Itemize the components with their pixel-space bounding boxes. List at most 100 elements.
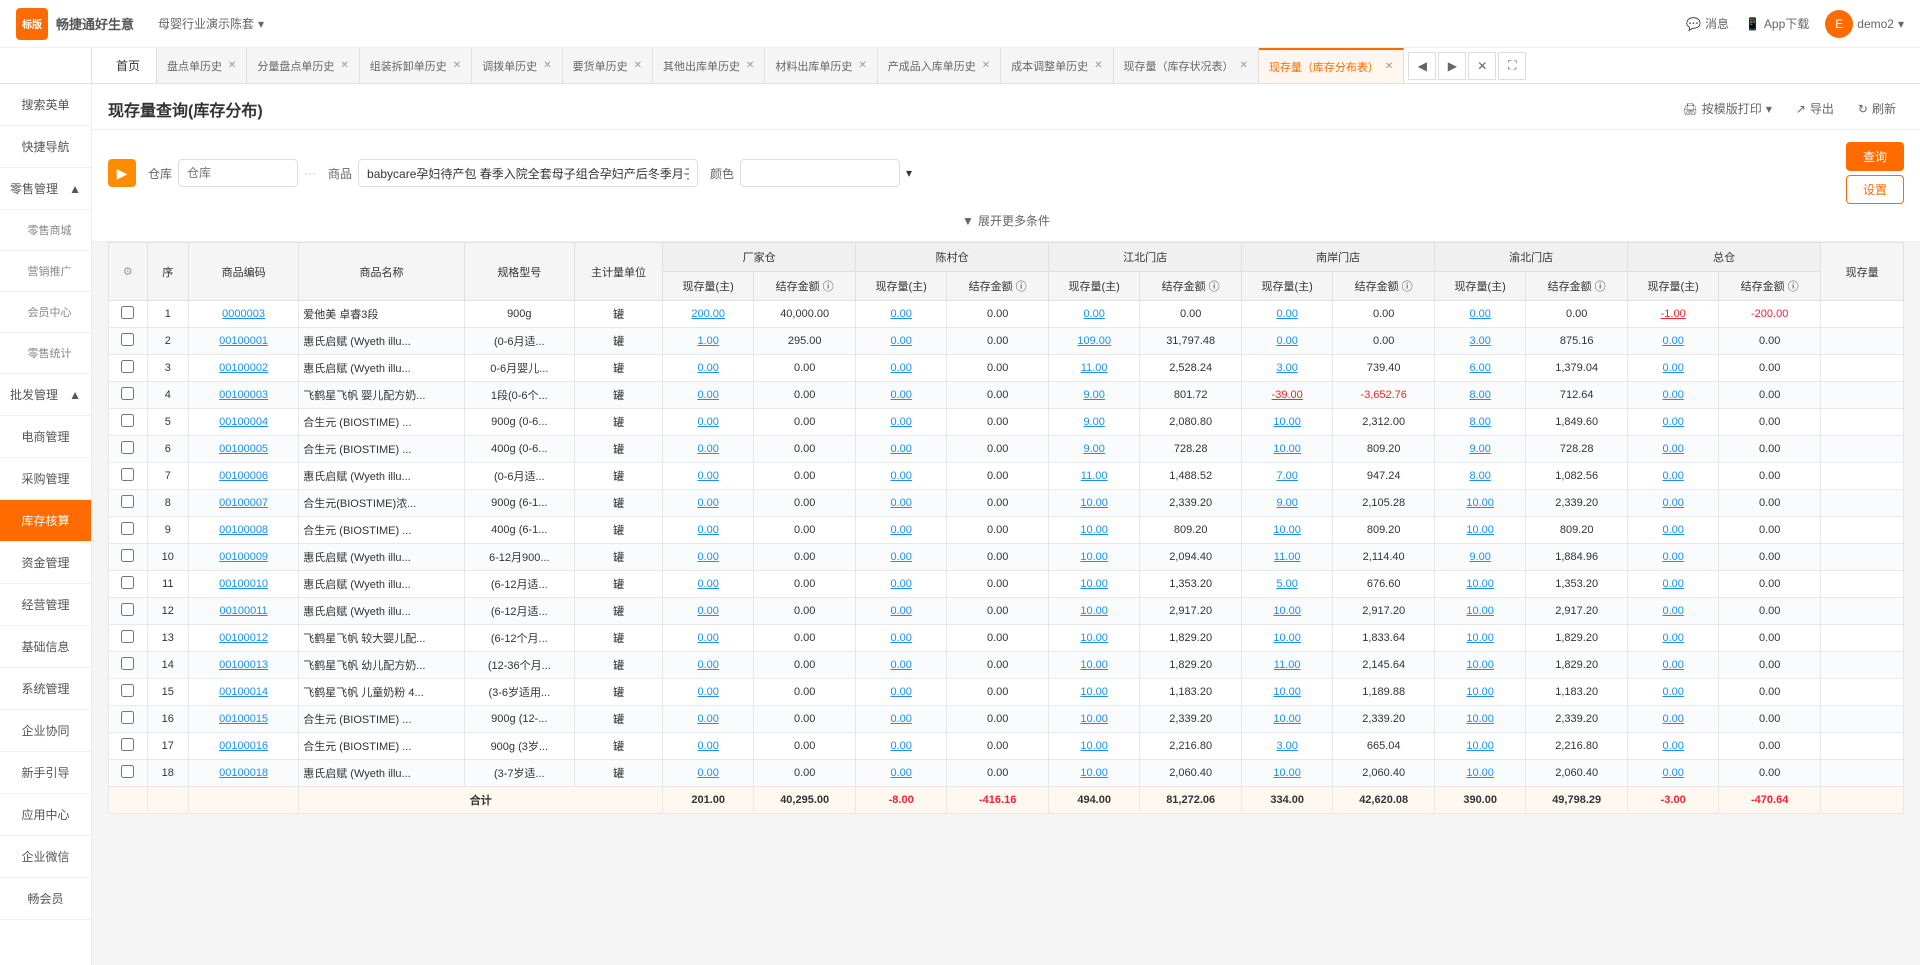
row-checkbox[interactable] xyxy=(121,468,134,481)
tab-close-assembly[interactable]: ✕ xyxy=(453,60,461,71)
tab-close-order[interactable]: ✕ xyxy=(634,60,642,71)
tab-close-material[interactable]: ✕ xyxy=(858,60,866,71)
row-checkbox[interactable] xyxy=(121,306,134,319)
row-checkbox[interactable] xyxy=(121,360,134,373)
td-checkbox[interactable] xyxy=(109,652,148,679)
td-checkbox[interactable] xyxy=(109,409,148,436)
tab-assembly[interactable]: 组装拆卸单历史 ✕ xyxy=(360,48,472,84)
tab-stock-status[interactable]: 现存量（库存状况表） ✕ xyxy=(1114,48,1259,84)
tab-expand-btn[interactable]: ⛶ xyxy=(1498,52,1526,80)
td-checkbox[interactable] xyxy=(109,301,148,328)
tab-next-btn[interactable]: ▶ xyxy=(1438,52,1466,80)
sidebar-item-basic[interactable]: 基础信息 xyxy=(0,626,91,668)
sidebar-item-purchase[interactable]: 采购管理 xyxy=(0,458,91,500)
row-checkbox[interactable] xyxy=(121,414,134,427)
sidebar-item-wholesale[interactable]: 批发管理 ▲ xyxy=(0,374,91,416)
tab-prev-btn[interactable]: ◀ xyxy=(1408,52,1436,80)
tab-inventory-count[interactable]: 盘点单历史 ✕ xyxy=(157,48,247,84)
tab-cost-adjust[interactable]: 成本调整单历史 ✕ xyxy=(1001,48,1113,84)
tab-material-out[interactable]: 材料出库单历史 ✕ xyxy=(765,48,877,84)
tab-close-inventory[interactable]: ✕ xyxy=(228,60,236,71)
row-checkbox[interactable] xyxy=(121,765,134,778)
sidebar-item-ecommerce[interactable]: 电商管理 xyxy=(0,416,91,458)
sidebar-item-search[interactable]: 搜索英单 xyxy=(0,84,91,126)
sidebar-item-member2[interactable]: 畅会员 xyxy=(0,878,91,920)
sidebar-item-operations[interactable]: 经营管理 xyxy=(0,584,91,626)
sidebar-item-finance[interactable]: 资金管理 xyxy=(0,542,91,584)
user-area[interactable]: E demo2 ▾ xyxy=(1825,10,1904,38)
tab-split-count[interactable]: 分量盘点单历史 ✕ xyxy=(247,48,359,84)
sidebar-item-retail[interactable]: 零售管理 ▲ xyxy=(0,168,91,210)
tab-production-in[interactable]: 产成品入库单历史 ✕ xyxy=(878,48,1001,84)
warehouse-input[interactable] xyxy=(178,159,298,187)
td-checkbox[interactable] xyxy=(109,544,148,571)
setting-button[interactable]: 设置 xyxy=(1846,175,1904,204)
sidebar-item-stock[interactable]: 库存核算 xyxy=(0,500,91,542)
message-btn[interactable]: 💬 消息 xyxy=(1686,15,1729,32)
tab-order[interactable]: 要货单历史 ✕ xyxy=(563,48,653,84)
td-checkbox[interactable] xyxy=(109,463,148,490)
tab-close-split[interactable]: ✕ xyxy=(340,60,348,71)
td-checkbox[interactable] xyxy=(109,328,148,355)
tab-close-production[interactable]: ✕ xyxy=(982,60,990,71)
row-checkbox[interactable] xyxy=(121,657,134,670)
tab-other-out[interactable]: 其他出库单历史 ✕ xyxy=(653,48,765,84)
td-checkbox[interactable] xyxy=(109,436,148,463)
sidebar-item-marketing[interactable]: 营销推广 xyxy=(0,251,91,292)
color-input[interactable] xyxy=(740,159,900,187)
expand-conditions-btn[interactable]: ▼ 展开更多条件 xyxy=(108,212,1904,229)
sidebar-item-retail-stat[interactable]: 零售统计 xyxy=(0,333,91,374)
row-checkbox[interactable] xyxy=(121,711,134,724)
warehouse-more-btn[interactable]: ··· xyxy=(304,166,316,180)
app-download-btn[interactable]: 📱 App下载 xyxy=(1745,15,1809,32)
td-checkbox[interactable] xyxy=(109,517,148,544)
tab-close-all-btn[interactable]: ✕ xyxy=(1468,52,1496,80)
row-checkbox[interactable] xyxy=(121,684,134,697)
tab-close-other[interactable]: ✕ xyxy=(746,60,754,71)
query-button[interactable]: 查询 xyxy=(1846,142,1904,171)
row-checkbox[interactable] xyxy=(121,495,134,508)
tab-close-dist[interactable]: ✕ xyxy=(1385,61,1393,72)
td-checkbox[interactable] xyxy=(109,571,148,598)
td-checkbox[interactable] xyxy=(109,733,148,760)
row-checkbox[interactable] xyxy=(121,603,134,616)
company-dropdown[interactable]: 母婴行业演示陈套 ▾ xyxy=(158,15,264,32)
sidebar-item-nav[interactable]: 快捷导航 xyxy=(0,126,91,168)
tab-stock-dist[interactable]: 现存量（库存分布表） ✕ xyxy=(1259,48,1404,84)
export-btn[interactable]: ↗ 导出 xyxy=(1788,96,1842,121)
row-checkbox[interactable] xyxy=(121,576,134,589)
row-checkbox[interactable] xyxy=(121,738,134,751)
row-checkbox[interactable] xyxy=(121,441,134,454)
sidebar-item-wechat[interactable]: 企业微信 xyxy=(0,836,91,878)
td-checkbox[interactable] xyxy=(109,355,148,382)
tab-close-status[interactable]: ✕ xyxy=(1240,60,1248,71)
sidebar-item-system[interactable]: 系统管理 xyxy=(0,668,91,710)
tab-transfer[interactable]: 调拨单历史 ✕ xyxy=(472,48,562,84)
refresh-btn[interactable]: ↻ 刷新 xyxy=(1850,96,1904,121)
sidebar-item-enterprise[interactable]: 企业协同 xyxy=(0,710,91,752)
row-checkbox[interactable] xyxy=(121,522,134,535)
filter-collapse-btn[interactable]: ▶ xyxy=(108,159,136,187)
td-checkbox[interactable] xyxy=(109,382,148,409)
sidebar-item-apps[interactable]: 应用中心 xyxy=(0,794,91,836)
td-checkbox[interactable] xyxy=(109,760,148,787)
sidebar-item-retail-shop[interactable]: 零售商城 xyxy=(0,210,91,251)
row-checkbox[interactable] xyxy=(121,333,134,346)
sidebar-item-guide[interactable]: 新手引导 xyxy=(0,752,91,794)
row-checkbox[interactable] xyxy=(121,630,134,643)
row-checkbox[interactable] xyxy=(121,549,134,562)
td-checkbox[interactable] xyxy=(109,679,148,706)
td-checkbox[interactable] xyxy=(109,625,148,652)
tab-home[interactable]: 首页 xyxy=(100,48,157,84)
td-checkbox[interactable] xyxy=(109,490,148,517)
td-checkbox[interactable] xyxy=(109,706,148,733)
tab-close-cost[interactable]: ✕ xyxy=(1094,60,1102,71)
product-input[interactable] xyxy=(358,159,698,187)
sidebar-item-member[interactable]: 会员中心 xyxy=(0,292,91,333)
settings-icon[interactable]: ⚙ xyxy=(123,266,133,278)
tab-close-transfer[interactable]: ✕ xyxy=(543,60,551,71)
print-btn[interactable]: 🖨 按模版打印 ▾ xyxy=(1675,96,1780,121)
td-checkbox[interactable] xyxy=(109,598,148,625)
row-checkbox[interactable] xyxy=(121,387,134,400)
td-jiangbei-qty: 10.00 xyxy=(1049,598,1140,625)
